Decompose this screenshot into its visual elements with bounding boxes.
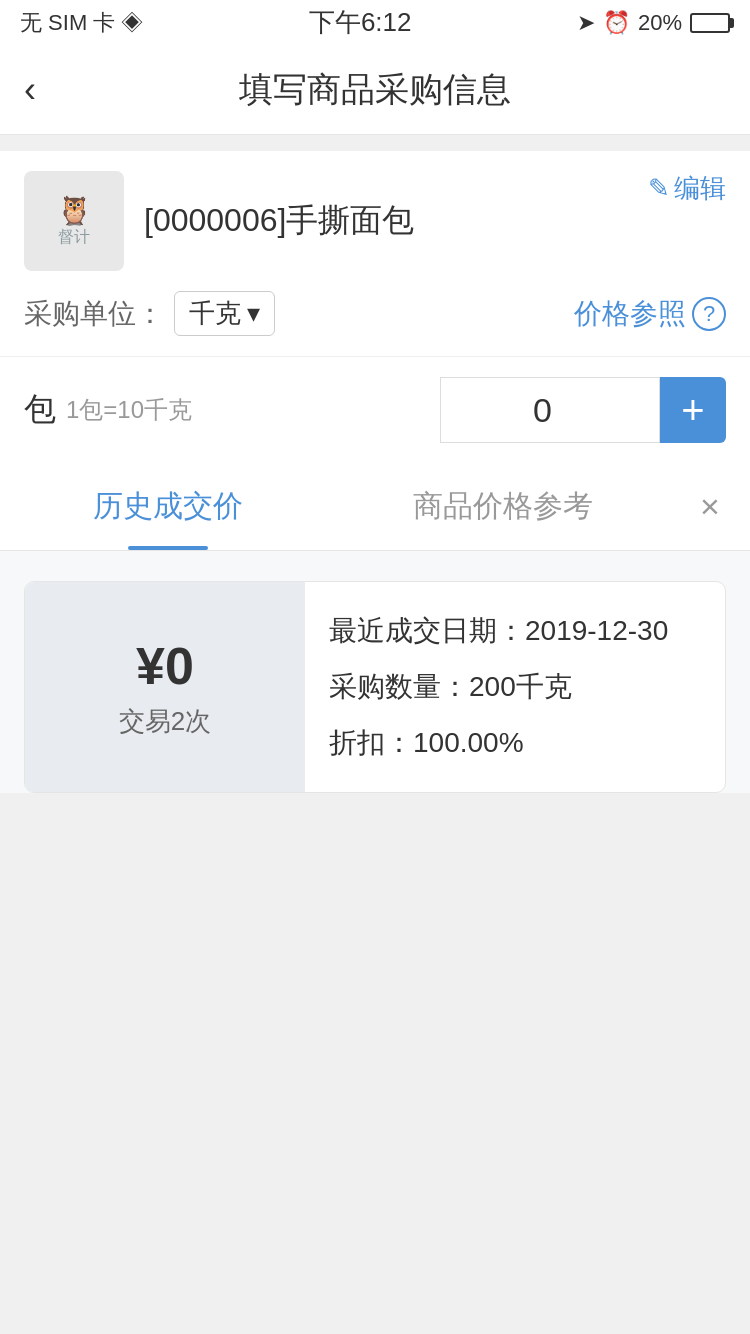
unit-left: 采购单位： 千克 ▾	[24, 291, 275, 336]
sim-label: 无 SIM 卡 ◈	[20, 8, 143, 38]
recent-date-label: 最近成交日期：	[329, 615, 525, 646]
product-logo: 🦉 督计	[57, 197, 92, 245]
discount-row: 折扣：100.00%	[329, 722, 701, 764]
product-unit-row: 采购单位： 千克 ▾ 价格参照 ?	[24, 291, 726, 336]
product-header: 🦉 督计 [0000006]手撕面包 ✎ 编辑	[24, 171, 726, 271]
edit-icon: ✎	[648, 173, 670, 204]
transactions-label: 交易2次	[119, 704, 211, 739]
unit-select[interactable]: 千克 ▾	[174, 291, 275, 336]
dropdown-icon: ▾	[247, 298, 260, 329]
status-bar: 无 SIM 卡 ◈ 下午6:12 ➤ ⏰ 20%	[0, 0, 750, 45]
history-card: ¥0 交易2次 最近成交日期：2019-12-30 采购数量：200千克 折扣：…	[24, 581, 726, 793]
location-icon: ➤	[577, 10, 595, 36]
qty-conversion: 1包=10千克	[66, 394, 192, 426]
edit-button[interactable]: ✎ 编辑	[648, 171, 726, 206]
product-name: [0000006]手撕面包	[144, 199, 414, 243]
status-time: 下午6:12	[309, 5, 412, 40]
alarm-icon: ⏰	[603, 10, 630, 36]
tab-underline	[128, 546, 208, 550]
separator-1	[0, 135, 750, 151]
status-left: 无 SIM 卡 ◈	[20, 8, 143, 38]
qty-plus-button[interactable]: +	[660, 377, 726, 443]
tab-close-button[interactable]: ×	[670, 487, 750, 526]
qty-detail-row: 采购数量：200千克	[329, 666, 701, 708]
recent-date-value: 2019-12-30	[525, 615, 668, 646]
product-image: 🦉 督计	[24, 171, 124, 271]
unit-value: 千克	[189, 296, 241, 331]
qty-detail-value: 200千克	[469, 671, 572, 702]
history-detail-side: 最近成交日期：2019-12-30 采购数量：200千克 折扣：100.00%	[305, 582, 725, 792]
qty-input-group: +	[440, 377, 726, 443]
tab-history-label: 历史成交价	[93, 486, 243, 527]
page-title: 填写商品采购信息	[239, 67, 511, 113]
tab-history-price[interactable]: 历史成交价	[0, 463, 335, 550]
unit-label: 采购单位：	[24, 295, 164, 333]
bottom-panel: 历史成交价 商品价格参考 × ¥0 交易2次 最近成交日期：2019-12-30…	[0, 463, 750, 793]
battery-percent: 20%	[638, 10, 682, 36]
product-left: 🦉 督计 [0000006]手撕面包	[24, 171, 414, 271]
tabs-row: 历史成交价 商品价格参考 ×	[0, 463, 750, 551]
nav-bar: ‹ 填写商品采购信息	[0, 45, 750, 135]
status-right: ➤ ⏰ 20%	[577, 10, 730, 36]
quantity-label: 包 1包=10千克	[24, 388, 192, 432]
qty-input[interactable]	[440, 377, 660, 443]
price-value: ¥0	[136, 636, 194, 696]
tab-price-reference[interactable]: 商品价格参考	[335, 463, 670, 550]
discount-value: 100.00%	[413, 727, 524, 758]
tab-price-ref-label: 商品价格参考	[413, 486, 593, 527]
discount-label: 折扣：	[329, 727, 413, 758]
product-card: 🦉 督计 [0000006]手撕面包 ✎ 编辑 采购单位： 千克 ▾ 价格参照 …	[0, 151, 750, 356]
question-icon: ?	[692, 297, 726, 331]
qty-unit: 包	[24, 388, 56, 432]
price-ref-button[interactable]: 价格参照 ?	[574, 295, 726, 333]
back-button[interactable]: ‹	[24, 69, 36, 111]
qty-detail-label: 采购数量：	[329, 671, 469, 702]
battery-icon	[690, 13, 730, 33]
quantity-row: 包 1包=10千克 +	[0, 356, 750, 463]
history-price-side: ¥0 交易2次	[25, 582, 305, 792]
price-ref-label: 价格参照	[574, 295, 686, 333]
recent-date-row: 最近成交日期：2019-12-30	[329, 610, 701, 652]
edit-label: 编辑	[674, 171, 726, 206]
